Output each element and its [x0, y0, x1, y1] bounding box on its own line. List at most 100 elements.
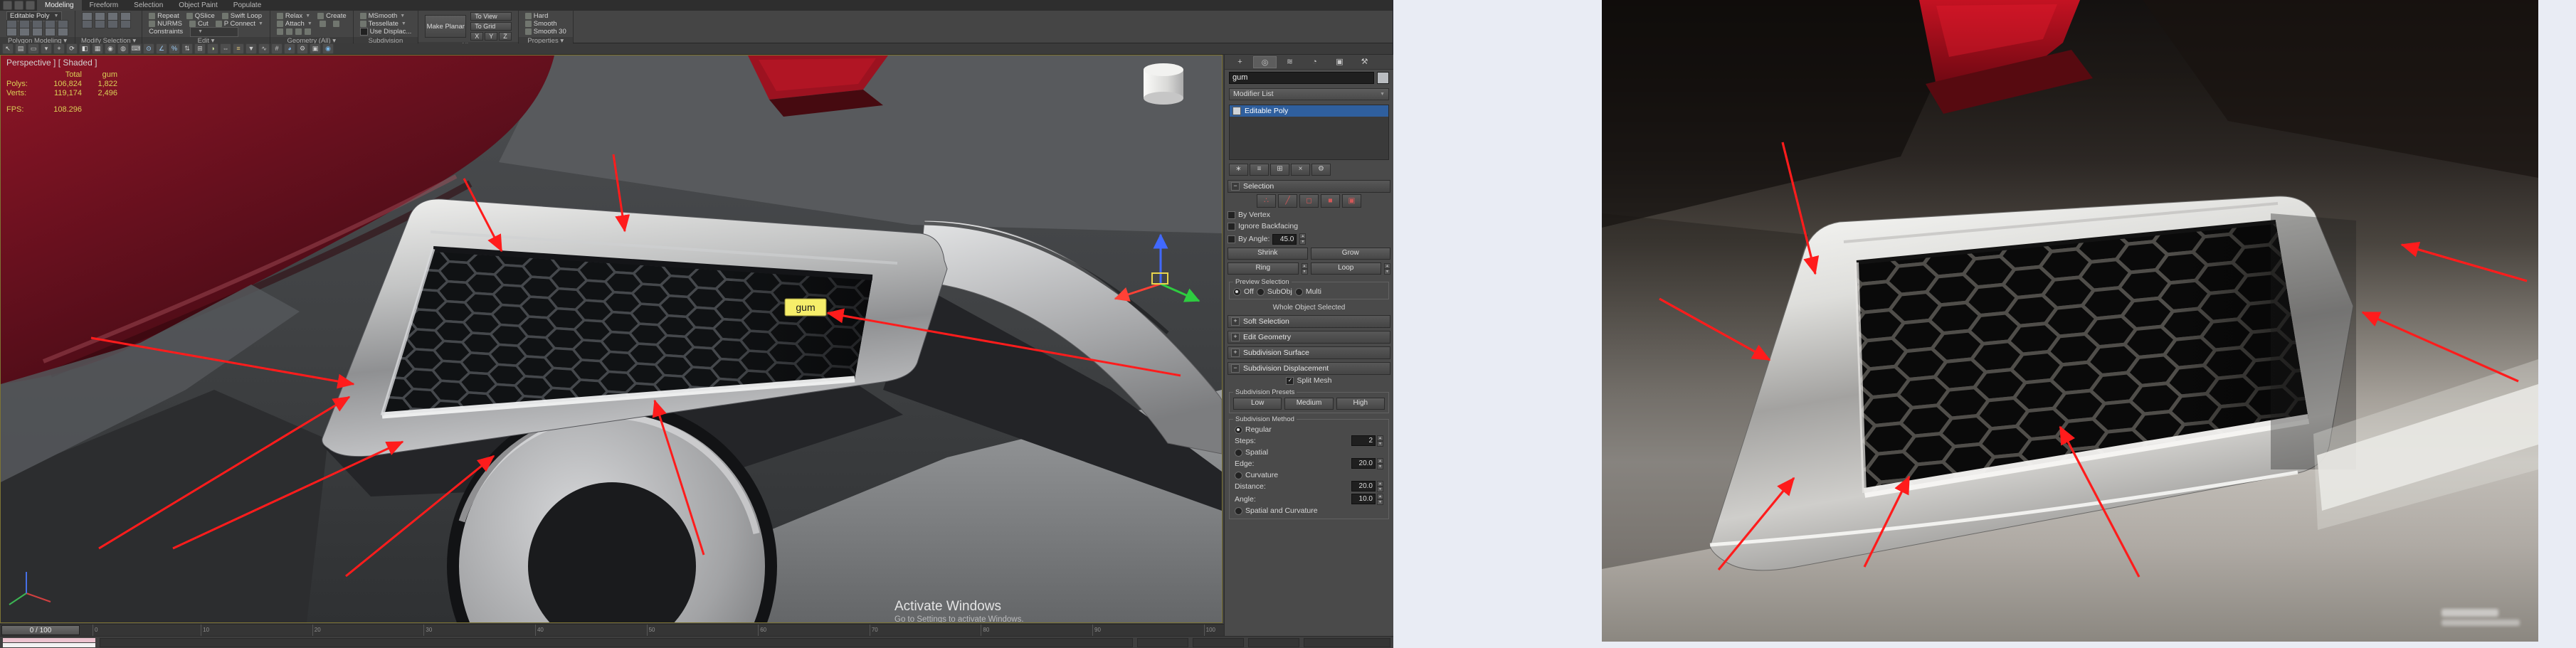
minimize-ribbon-icon[interactable]	[14, 1, 23, 10]
attach-button[interactable]: Attach ▼	[276, 20, 312, 28]
perspective-viewport[interactable]: gum Perspective] [Shaded] Total gum P…	[0, 55, 1223, 623]
hierarchy-tab-icon[interactable]: ≋	[1278, 56, 1302, 68]
time-slider-handle[interactable]: 0 / 100	[1, 625, 80, 635]
ribbon-tab-populate[interactable]: Populate	[226, 0, 269, 11]
hard-edges-button[interactable]: Hard	[524, 12, 548, 20]
steps-value[interactable]: 2	[1351, 435, 1376, 446]
loop-shrink-icon[interactable]	[95, 19, 105, 28]
preview-toggle-icon[interactable]	[6, 27, 17, 36]
create-button[interactable]: Create	[317, 12, 347, 20]
distance-value[interactable]: 20.0	[1351, 481, 1376, 492]
polygon-subobject-icon[interactable]: ■	[1321, 194, 1340, 208]
maxscript-mini-listener[interactable]	[3, 637, 95, 647]
viewport-label[interactable]: Perspective ] [ Shaded ]	[6, 58, 97, 68]
pin-stack-icon[interactable]	[19, 27, 30, 36]
ribbon-tab-freeform[interactable]: Freeform	[82, 0, 127, 11]
preset-low-button[interactable]: Low	[1233, 398, 1282, 410]
by-angle-value[interactable]: 45.0	[1272, 233, 1297, 245]
select-move-icon[interactable]: +	[53, 43, 65, 54]
ribbon-tab-modeling[interactable]: Modeling	[37, 0, 82, 11]
rendered-frame-icon[interactable]: ▣	[310, 43, 321, 54]
ring-button[interactable]: Ring	[1228, 262, 1299, 275]
percent-snap-icon[interactable]: %	[169, 43, 180, 54]
app-menu-icon[interactable]	[3, 1, 12, 10]
create-tab-icon[interactable]: +	[1228, 56, 1252, 68]
mirror-icon[interactable]: ◑	[207, 43, 218, 54]
msmooth-button[interactable]: MSmooth ▼	[359, 12, 405, 20]
configure-modifier-sets-icon[interactable]: ⚙	[1311, 164, 1331, 176]
ribbon-toggle-icon[interactable]: ▼	[246, 43, 257, 54]
collapse-icon[interactable]	[332, 21, 339, 27]
swift-loop-button[interactable]: Swift Loop	[221, 12, 262, 20]
stack-item-editable-poly[interactable]: Editable Poly	[1230, 105, 1388, 117]
angle-snap-icon[interactable]: ∠	[156, 43, 167, 54]
rollout-selection[interactable]: − Selection	[1228, 180, 1390, 193]
spinner-arrows-icon[interactable]: ▲ ▼	[1299, 233, 1307, 245]
workspace-icon[interactable]	[26, 1, 35, 10]
spinner-arrows-icon[interactable]: ▲ ▼	[1377, 494, 1383, 505]
collapse-stack-icon[interactable]	[32, 27, 43, 36]
show-end-result-icon[interactable]: ≡	[1250, 164, 1269, 176]
align-x-button[interactable]: X	[470, 32, 484, 41]
select-object-icon[interactable]: ↖	[2, 43, 14, 54]
weld-icon[interactable]	[304, 28, 311, 35]
repeat-button[interactable]: Repeat	[149, 12, 179, 20]
shrink-button[interactable]: Shrink	[1228, 248, 1308, 260]
make-planar-button[interactable]: Make Planar	[425, 15, 467, 38]
snaps-toggle-icon[interactable]: ⊙	[143, 43, 154, 54]
ribbon-tab-selection[interactable]: Selection	[126, 0, 171, 11]
smooth-edges-button[interactable]: Smooth	[524, 20, 557, 28]
symmetry-tools-icon[interactable]	[58, 27, 68, 36]
qslice-button[interactable]: QSlice	[186, 12, 215, 20]
detach-icon[interactable]	[319, 21, 326, 27]
keyboard-override-icon[interactable]: ⌨	[130, 43, 142, 54]
utilities-tab-icon[interactable]: ⚒	[1353, 56, 1376, 68]
modifier-stack[interactable]: Editable Poly	[1229, 105, 1389, 160]
edge-value[interactable]: 20.0	[1351, 458, 1376, 469]
viewport-3d-scene[interactable]: gum	[1, 55, 1222, 622]
method-regular-radio[interactable]	[1235, 425, 1242, 434]
element-subobject-icon[interactable]: ▣	[1342, 194, 1361, 208]
make-unique-icon[interactable]: ⊞	[1270, 164, 1289, 176]
y-coordinate-field[interactable]	[1193, 637, 1244, 647]
modify-tab-icon[interactable]: ◎	[1253, 55, 1277, 68]
spinner-arrows-icon[interactable]: ▲ ▼	[1384, 262, 1390, 275]
motion-tab-icon[interactable]: ◔	[1303, 56, 1326, 68]
method-spatial-radio[interactable]	[1235, 448, 1242, 457]
preview-multi-radio[interactable]	[1294, 287, 1303, 296]
ignore-backfacing-checkbox[interactable]: Ignore Backfacing	[1225, 221, 1393, 232]
by-vertex-checkbox[interactable]: By Vertex	[1225, 209, 1393, 221]
schematic-view-icon[interactable]: #	[271, 43, 283, 54]
spinner-snap-icon[interactable]: ⇅	[181, 43, 193, 54]
selection-region-icon[interactable]: ▭	[28, 43, 39, 54]
angle-value[interactable]: 10.0	[1351, 494, 1376, 504]
ring-shrink-icon[interactable]	[120, 19, 131, 28]
named-selection-icon[interactable]: ⊞	[194, 43, 206, 54]
spinner-arrows-icon[interactable]: ▲ ▼	[1377, 435, 1383, 447]
modifier-list-dropdown[interactable]: Modifier List ▼	[1229, 88, 1389, 100]
select-scale-icon[interactable]: ◧	[79, 43, 90, 54]
nurms-button[interactable]: NURMS	[149, 20, 182, 28]
rollout-soft-selection[interactable]: + Soft Selection	[1228, 315, 1390, 328]
render-setup-icon[interactable]: ⚙	[297, 43, 308, 54]
tessellate-button[interactable]: Tessellate ▼	[359, 20, 406, 28]
preset-medium-button[interactable]: Medium	[1284, 398, 1334, 410]
slice-plane-icon[interactable]	[285, 28, 292, 35]
split-mesh-checkbox[interactable]: ✓ Split Mesh	[1225, 375, 1393, 386]
selection-filter-icon[interactable]: ▾	[41, 43, 52, 54]
object-name-field[interactable]: gum	[1229, 72, 1374, 84]
edge-subobject-icon[interactable]: ╱	[1278, 194, 1297, 208]
reference-coordinate-icon[interactable]: ▦	[92, 43, 103, 54]
remove-modifier-icon[interactable]: ×	[1291, 164, 1310, 176]
use-displacement-checkbox[interactable]: Use Displac...	[359, 28, 411, 36]
timeline[interactable]: 0 10 20 30 40 50 60 70 80 90 100 0 / 100	[0, 624, 1224, 637]
select-rotate-icon[interactable]: ⟳	[66, 43, 78, 54]
curve-editor-icon[interactable]: ∿	[258, 43, 270, 54]
relax-button[interactable]: Relax ▼	[276, 12, 310, 20]
preview-subobj-radio[interactable]	[1256, 287, 1265, 296]
by-angle-checkbox[interactable]: By Angle: 45.0 ▲ ▼	[1225, 232, 1393, 246]
x-coordinate-field[interactable]	[1137, 637, 1188, 647]
smooth-30-button[interactable]: Smooth 30	[524, 28, 566, 36]
spinner-arrows-icon[interactable]: ▲ ▼	[1377, 458, 1383, 469]
rollout-subdivision-surface[interactable]: + Subdivision Surface	[1228, 346, 1390, 359]
